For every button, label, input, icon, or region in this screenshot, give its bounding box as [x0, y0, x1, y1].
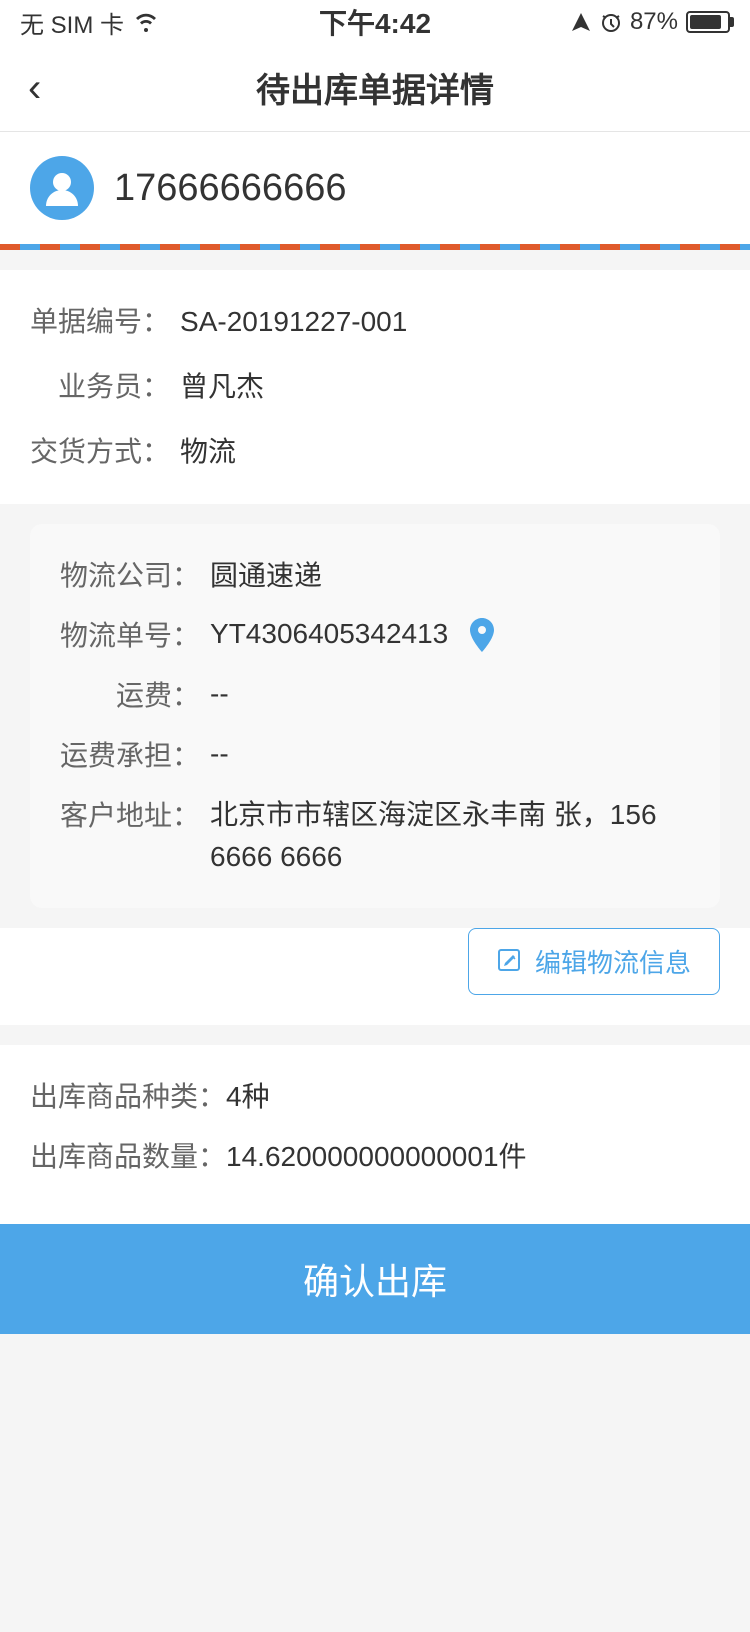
goods-types-label: 出库商品种类：	[30, 1075, 226, 1115]
logistics-card: 物流公司： 圆通速递 物流单号： YT4306405342413 运费： -- …	[30, 524, 720, 908]
user-icon	[42, 168, 82, 208]
status-left: 无 SIM 卡	[20, 5, 160, 40]
logistics-company-row: 物流公司： 圆通速递	[60, 554, 690, 594]
delivery-method-row: 交货方式： 物流	[30, 430, 720, 475]
dashed-divider	[0, 244, 750, 250]
logistics-tracking-row: 物流单号： YT4306405342413	[60, 614, 690, 654]
status-right: 87%	[570, 8, 730, 36]
freight-label: 运费：	[60, 674, 200, 714]
logistics-tracking-container: YT4306405342413	[210, 616, 500, 652]
order-info-section: 单据编号： SA-20191227-001 业务员： 曾凡杰 交货方式： 物流	[0, 270, 750, 504]
salesman-label: 业务员：	[30, 365, 170, 410]
goods-types-row: 出库商品种类： 4种	[30, 1075, 720, 1115]
confirm-button[interactable]: 确认出库	[0, 1224, 750, 1334]
confirm-button-label: 确认出库	[303, 1253, 447, 1305]
goods-quantity-label: 出库商品数量：	[30, 1135, 226, 1175]
logistics-company-value: 圆通速递	[210, 554, 690, 594]
empty-spacer	[0, 1312, 750, 1512]
delivery-method-label: 交货方式：	[30, 430, 170, 475]
alarm-icon	[600, 11, 622, 33]
wifi-icon	[132, 12, 160, 32]
battery-percent: 87%	[630, 8, 678, 36]
goods-section: 出库商品种类： 4种 出库商品数量： 14.620000000000001件	[0, 1045, 750, 1205]
order-number-label: 单据编号：	[30, 300, 170, 345]
freight-bearer-row: 运费承担： --	[60, 734, 690, 774]
goods-quantity-value: 14.620000000000001件	[226, 1135, 527, 1175]
status-bar: 无 SIM 卡 下午4:42 87%	[0, 0, 750, 44]
order-number-value: SA-20191227-001	[180, 300, 720, 345]
customer-phone: 17666666666	[114, 167, 346, 210]
logistics-tracking-label: 物流单号：	[60, 614, 200, 654]
back-button[interactable]: ‹	[28, 68, 41, 108]
nav-bar: ‹ 待出库单据详情	[0, 44, 750, 132]
delivery-method-value: 物流	[180, 430, 720, 475]
order-number-row: 单据编号： SA-20191227-001	[30, 300, 720, 345]
edit-logistics-button[interactable]: 编辑物流信息	[468, 928, 720, 995]
salesman-row: 业务员： 曾凡杰	[30, 365, 720, 410]
goods-quantity-row: 出库商品数量： 14.620000000000001件	[30, 1135, 720, 1175]
battery-icon	[686, 11, 730, 33]
edit-logistics-label: 编辑物流信息	[535, 943, 691, 980]
salesman-value: 曾凡杰	[180, 365, 720, 410]
freight-row: 运费： --	[60, 674, 690, 714]
page-title: 待出库单据详情	[256, 63, 494, 112]
address-value: 北京市市辖区海淀区永丰南 张，156 6666 6666	[210, 794, 690, 878]
carrier-text: 无 SIM 卡	[20, 5, 124, 40]
section-gap-1	[0, 1025, 750, 1045]
tracking-location-icon[interactable]	[464, 616, 500, 652]
freight-bearer-value: --	[210, 738, 690, 770]
freight-bearer-label: 运费承担：	[60, 734, 200, 774]
status-time: 下午4:42	[319, 2, 431, 42]
address-row: 客户地址： 北京市市辖区海淀区永丰南 张，156 6666 6666	[60, 794, 690, 878]
main-content: 17666666666 单据编号： SA-20191227-001 业务员： 曾…	[0, 132, 750, 1632]
edit-icon	[497, 948, 525, 976]
freight-value: --	[210, 678, 690, 710]
customer-section: 17666666666	[0, 132, 750, 244]
location-arrow-icon	[570, 11, 592, 33]
goods-types-value: 4种	[226, 1075, 270, 1115]
logistics-company-label: 物流公司：	[60, 554, 200, 594]
edit-logistics-container: 编辑物流信息	[0, 928, 750, 1025]
logistics-tracking-value: YT4306405342413	[210, 618, 448, 650]
avatar	[30, 156, 94, 220]
battery-fill	[690, 15, 721, 29]
address-label: 客户地址：	[60, 794, 200, 834]
